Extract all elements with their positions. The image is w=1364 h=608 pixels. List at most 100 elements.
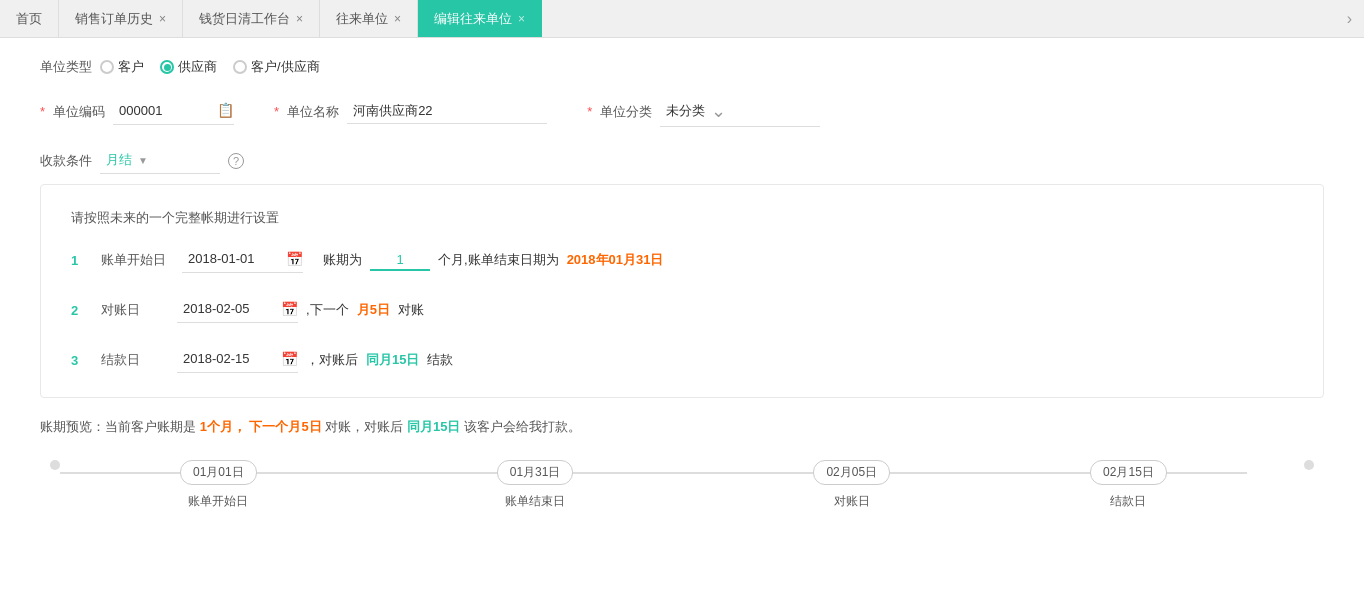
unit-name-field: * 单位名称 (274, 100, 547, 124)
step3-date-wrapper: 📅 (177, 347, 298, 373)
timeline-line-7 (1167, 472, 1247, 474)
radio-supplier[interactable]: 供应商 (160, 58, 217, 76)
payment-terms-field: 收款条件 月结 ▼ ? (40, 147, 244, 174)
unit-category-field: * 单位分类 未分类 ⌄ (587, 96, 820, 127)
tab-sales-history[interactable]: 销售订单历史 × (59, 0, 183, 37)
timeline-line-4 (693, 472, 813, 474)
unit-code-input[interactable] (113, 99, 213, 122)
radio-customer-circle (100, 60, 114, 74)
radio-both[interactable]: 客户/供应商 (233, 58, 320, 76)
step-row-2: 2 对账日 📅 ,下一个 月5日 对账 (71, 297, 1293, 323)
timeline-wrapper: 01月01日 账单开始日 01月31日 账单结束日 02月05日 (40, 460, 1324, 510)
step2-date-input[interactable] (177, 297, 277, 320)
step1-period-end: 2018年01月31日 (567, 251, 664, 269)
tab-edit-counterparty-close[interactable]: × (518, 12, 525, 26)
preview-part1: 1个月， (200, 419, 246, 434)
settings-card: 请按照未来的一个完整帐期进行设置 1 账单开始日 📅 账期为 个月,账单结束日期… (40, 184, 1324, 398)
card-title: 请按照未来的一个完整帐期进行设置 (71, 209, 1293, 227)
radio-both-circle (233, 60, 247, 74)
tab-more-button[interactable]: › (1335, 0, 1364, 37)
timeline-node-3: 02月05日 对账日 (693, 460, 1010, 510)
unit-name-input[interactable] (347, 100, 547, 124)
step2-highlight: 月5日 (357, 301, 390, 319)
payment-terms-row: 收款条件 月结 ▼ ? (40, 147, 1324, 174)
timeline-inner: 01月01日 账单开始日 01月31日 账单结束日 02月05日 (60, 460, 1304, 510)
unit-category-value: 未分类 (666, 102, 705, 120)
tab-cashflow-close[interactable]: × (296, 12, 303, 26)
step2-desc-prefix: ,下一个 (306, 301, 349, 319)
step-label-3: 结款日 (101, 351, 161, 369)
timeline-bubble-4: 02月15日 (1090, 460, 1167, 485)
tab-edit-counterparty-label: 编辑往来单位 (434, 10, 512, 28)
tab-sales-history-close[interactable]: × (159, 12, 166, 26)
step3-date-input[interactable] (177, 347, 277, 370)
step-row-1: 1 账单开始日 📅 账期为 个月,账单结束日期为 2018年01月31日 (71, 247, 1293, 273)
timeline-label-3: 对账日 (834, 493, 870, 510)
tab-cashflow[interactable]: 钱货日清工作台 × (183, 0, 320, 37)
timeline-label-1: 账单开始日 (188, 493, 248, 510)
timeline-label-4: 结款日 (1110, 493, 1146, 510)
unit-category-select[interactable]: 未分类 ⌄ (660, 96, 820, 127)
unit-code-label: 单位编码 (53, 103, 105, 121)
radio-customer[interactable]: 客户 (100, 58, 144, 76)
step1-date-input[interactable] (182, 247, 282, 270)
unit-name-required: * (274, 104, 279, 119)
timeline-label-2: 账单结束日 (505, 493, 565, 510)
unit-code-input-wrapper: 📋 (113, 99, 234, 125)
preview-part3: 对账，对账后 (325, 419, 403, 434)
timeline-start-dot (50, 460, 60, 470)
unit-category-required: * (587, 104, 592, 119)
payment-terms-select[interactable]: 月结 ▼ (100, 147, 220, 174)
preview-part4: 同月15日 (407, 419, 460, 434)
preview-part2: 下一个月5日 (249, 419, 321, 434)
tab-edit-counterparty[interactable]: 编辑往来单位 × (418, 0, 542, 37)
timeline-bubble-3: 02月05日 (813, 460, 890, 485)
step3-desc-prefix: ，对账后 (306, 351, 358, 369)
payment-terms-help[interactable]: ? (228, 153, 244, 169)
timeline-bubble-2: 01月31日 (497, 460, 574, 485)
tab-cashflow-label: 钱货日清工作台 (199, 10, 290, 28)
unit-code-required: * (40, 104, 45, 119)
payment-terms-chevron: ▼ (138, 155, 148, 166)
timeline-line-2 (377, 472, 497, 474)
timeline-line-3 (573, 472, 693, 474)
step-content-1: 📅 账期为 个月,账单结束日期为 2018年01月31日 (182, 247, 1293, 273)
radio-supplier-circle (160, 60, 174, 74)
tab-home-label: 首页 (16, 10, 42, 28)
tab-home[interactable]: 首页 (0, 0, 59, 37)
timeline-end-dot (1304, 460, 1314, 470)
step-number-1: 1 (71, 253, 85, 268)
timeline-node-4: 02月15日 结款日 (1010, 460, 1247, 510)
timeline-bubble-1: 01月01日 (180, 460, 257, 485)
step-content-2: 📅 ,下一个 月5日 对账 (177, 297, 1293, 323)
radio-group: 客户 供应商 客户/供应商 (100, 58, 320, 76)
unit-type-row: 单位类型 客户 供应商 客户/供应商 (40, 58, 1324, 76)
step1-period-prefix: 账期为 (323, 251, 362, 269)
step3-cal-icon[interactable]: 📅 (281, 351, 298, 367)
tab-counterparty-close[interactable]: × (394, 12, 401, 26)
unit-category-chevron: ⌄ (711, 100, 726, 122)
unit-category-label: 单位分类 (600, 103, 652, 121)
radio-customer-label: 客户 (118, 58, 144, 76)
tab-bar: 首页 销售订单历史 × 钱货日清工作台 × 往来单位 × 编辑往来单位 × › (0, 0, 1364, 38)
tab-counterparty[interactable]: 往来单位 × (320, 0, 418, 37)
unit-code-icon[interactable]: 📋 (217, 102, 234, 118)
preview-suffix: 该客户会给我打款。 (464, 419, 581, 434)
step1-date-wrapper: 📅 (182, 247, 303, 273)
tab-counterparty-label: 往来单位 (336, 10, 388, 28)
preview-section: 账期预览：当前客户账期是 1个月， 下一个月5日 对账，对账后 同月15日 该客… (40, 418, 1324, 436)
step2-date-wrapper: 📅 (177, 297, 298, 323)
step1-cal-icon[interactable]: 📅 (286, 251, 303, 267)
preview-prefix: 账期预览：当前客户账期是 (40, 419, 196, 434)
unit-code-field: * 单位编码 📋 (40, 99, 234, 125)
step-label-1: 账单开始日 (101, 251, 166, 269)
step1-period-input[interactable] (370, 250, 430, 271)
step-content-3: 📅 ，对账后 同月15日 结款 (177, 347, 1293, 373)
timeline-line-1 (257, 472, 377, 474)
timeline-line-5 (890, 472, 1010, 474)
step2-cal-icon[interactable]: 📅 (281, 301, 298, 317)
step2-desc-suffix: 对账 (398, 301, 424, 319)
step-number-3: 3 (71, 353, 85, 368)
timeline-node-2: 01月31日 账单结束日 (377, 460, 694, 510)
unit-type-label: 单位类型 (40, 58, 92, 76)
